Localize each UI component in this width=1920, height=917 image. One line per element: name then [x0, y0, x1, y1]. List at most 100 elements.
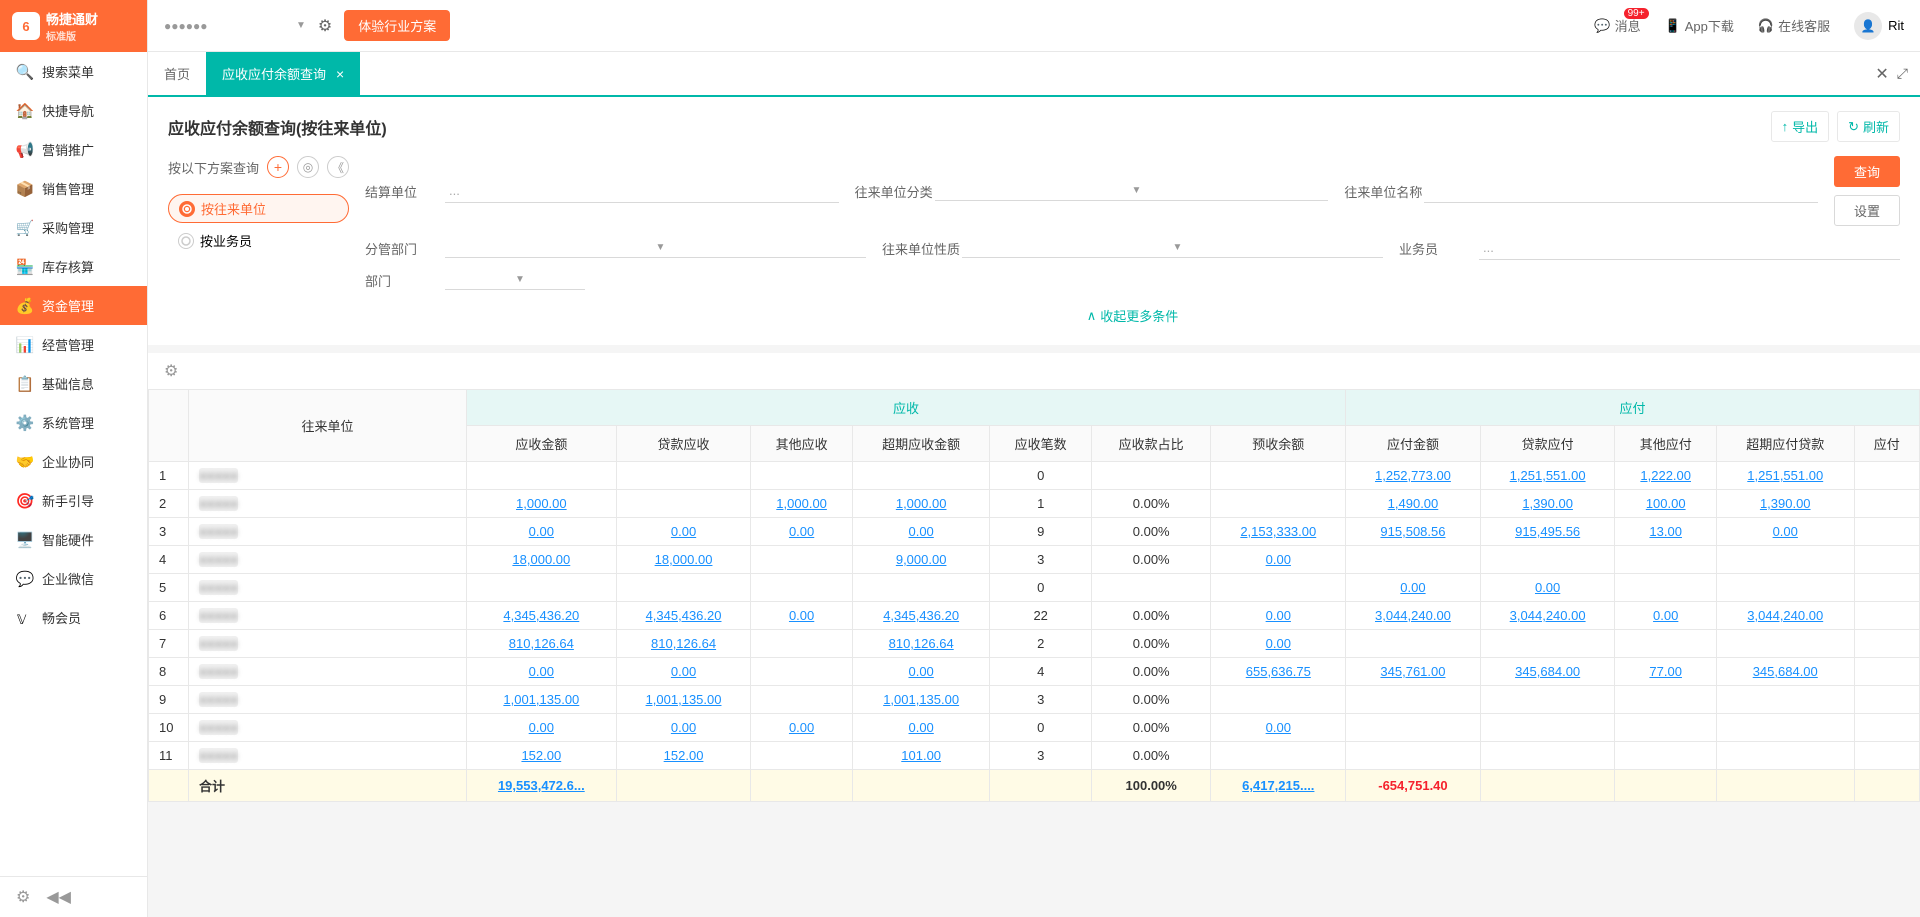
table-cell[interactable]: 0.00: [1346, 574, 1481, 602]
table-cell[interactable]: 810,126.64: [852, 630, 990, 658]
department-select[interactable]: ▼: [445, 238, 866, 258]
table-cell[interactable]: 0.00: [1480, 574, 1615, 602]
tab-balance-query[interactable]: 应收应付余额查询 ×: [206, 52, 360, 95]
settlement-unit-input[interactable]: [445, 179, 839, 203]
table-cell[interactable]: 101.00: [852, 742, 990, 770]
table-cell[interactable]: 0.00: [1211, 602, 1346, 630]
table-cell[interactable]: 0.00: [852, 658, 990, 686]
settings-footer-icon[interactable]: ⚙: [16, 887, 30, 907]
table-cell[interactable]: 1,390.00: [1480, 490, 1615, 518]
table-cell[interactable]: 0.00: [852, 518, 990, 546]
table-cell[interactable]: 3,044,240.00: [1716, 602, 1854, 630]
filter-option-salesperson[interactable]: 按业务员: [168, 227, 349, 254]
filter-option-unit[interactable]: 按往来单位: [168, 194, 349, 223]
table-cell[interactable]: 0.00: [1615, 602, 1716, 630]
table-cell[interactable]: 1,252,773.00: [1346, 462, 1481, 490]
table-cell[interactable]: 0.00: [751, 518, 852, 546]
table-cell[interactable]: 4,345,436.20: [466, 602, 616, 630]
sidebar-item-basic-info[interactable]: 📋 基础信息: [0, 364, 147, 403]
table-cell[interactable]: 3,044,240.00: [1480, 602, 1615, 630]
footer-receivable[interactable]: 19,553,472.6...: [466, 770, 616, 802]
table-cell[interactable]: 18,000.00: [466, 546, 616, 574]
table-cell[interactable]: 915,495.56: [1480, 518, 1615, 546]
app-download-area[interactable]: 📱 App下载: [1665, 16, 1734, 35]
filter-target-button[interactable]: ◎: [297, 156, 319, 178]
table-cell[interactable]: 1,001,135.00: [466, 686, 616, 714]
table-cell[interactable]: 1,000.00: [466, 490, 616, 518]
footer-advance[interactable]: 6,417,215....: [1211, 770, 1346, 802]
salesperson-input[interactable]: [1479, 236, 1900, 260]
sidebar-item-system[interactable]: ⚙️ 系统管理: [0, 403, 147, 442]
sidebar-item-search[interactable]: 🔍 搜索菜单: [0, 52, 147, 91]
company-dropdown-icon[interactable]: ▼: [296, 20, 306, 31]
collapse-more-btn[interactable]: ∧ 收起更多条件: [365, 300, 1900, 331]
sidebar-item-member[interactable]: 𝕍 畅会员: [0, 598, 147, 637]
notification-area[interactable]: 💬 消息 99+: [1594, 16, 1640, 35]
table-cell[interactable]: 0.00: [616, 714, 751, 742]
sidebar-item-purchase[interactable]: 🛒 采购管理: [0, 208, 147, 247]
query-button[interactable]: 查询: [1834, 156, 1900, 187]
filter-add-button[interactable]: +: [267, 156, 289, 178]
table-cell[interactable]: 0.00: [751, 602, 852, 630]
setting-button[interactable]: 设置: [1834, 195, 1900, 226]
table-cell[interactable]: 0.00: [1211, 630, 1346, 658]
online-service-area[interactable]: 🎧 在线客服: [1758, 16, 1830, 35]
tab-home[interactable]: 首页: [148, 52, 206, 95]
refresh-button[interactable]: ↻ 刷新: [1837, 111, 1900, 142]
table-cell[interactable]: 0.00: [852, 714, 990, 742]
sidebar-item-wechat[interactable]: 💬 企业微信: [0, 559, 147, 598]
table-cell[interactable]: 152.00: [466, 742, 616, 770]
sidebar-item-sales[interactable]: 📦 销售管理: [0, 169, 147, 208]
table-cell[interactable]: 9,000.00: [852, 546, 990, 574]
table-cell[interactable]: 2,153,333.00: [1211, 518, 1346, 546]
table-cell[interactable]: 915,508.56: [1346, 518, 1481, 546]
table-cell[interactable]: 0.00: [1716, 518, 1854, 546]
sidebar-item-operations[interactable]: 📊 经营管理: [0, 325, 147, 364]
filter-collapse-button[interactable]: 《: [327, 156, 349, 178]
sidebar-item-finance[interactable]: 💰 资金管理: [0, 286, 147, 325]
dept-select[interactable]: ▼: [445, 270, 585, 290]
unit-name-input[interactable]: [1424, 179, 1818, 203]
table-cell[interactable]: 0.00: [466, 518, 616, 546]
table-cell[interactable]: 0.00: [1211, 714, 1346, 742]
sidebar-item-hardware[interactable]: 🖥️ 智能硬件: [0, 520, 147, 559]
table-cell[interactable]: 77.00: [1615, 658, 1716, 686]
sidebar-item-enterprise[interactable]: 🤝 企业协同: [0, 442, 147, 481]
export-button[interactable]: ↑ 导出: [1771, 111, 1830, 142]
sidebar-item-quicknav[interactable]: 🏠 快捷导航: [0, 91, 147, 130]
tab-close-button[interactable]: ×: [336, 66, 344, 82]
table-cell[interactable]: 345,684.00: [1480, 658, 1615, 686]
table-cell[interactable]: 4,345,436.20: [616, 602, 751, 630]
collapse-sidebar-icon[interactable]: ◀◀: [46, 887, 71, 907]
table-cell[interactable]: 810,126.64: [466, 630, 616, 658]
table-cell[interactable]: 4,345,436.20: [852, 602, 990, 630]
table-cell[interactable]: 1,222.00: [1615, 462, 1716, 490]
unit-nature-select[interactable]: ▼: [962, 238, 1383, 258]
table-settings-icon[interactable]: ⚙: [164, 361, 178, 381]
table-cell[interactable]: 0.00: [466, 658, 616, 686]
table-cell[interactable]: 655,636.75: [1211, 658, 1346, 686]
table-cell[interactable]: 345,761.00: [1346, 658, 1481, 686]
table-cell[interactable]: 0.00: [751, 714, 852, 742]
table-cell[interactable]: 3,044,240.00: [1346, 602, 1481, 630]
table-cell[interactable]: 1,001,135.00: [852, 686, 990, 714]
table-cell[interactable]: 1,490.00: [1346, 490, 1481, 518]
table-cell[interactable]: 0.00: [616, 658, 751, 686]
table-cell[interactable]: 810,126.64: [616, 630, 751, 658]
user-area[interactable]: 👤 Rit: [1854, 12, 1904, 40]
sidebar-item-marketing[interactable]: 📢 营销推广: [0, 130, 147, 169]
table-cell[interactable]: 1,000.00: [852, 490, 990, 518]
window-close-icon[interactable]: ✕: [1875, 64, 1888, 84]
table-cell[interactable]: 13.00: [1615, 518, 1716, 546]
sidebar-item-inventory[interactable]: 🏪 库存核算: [0, 247, 147, 286]
table-cell[interactable]: 1,251,551.00: [1716, 462, 1854, 490]
industry-solution-button[interactable]: 体验行业方案: [344, 10, 450, 41]
header-gear-icon[interactable]: ⚙: [318, 16, 332, 36]
sidebar-item-guide[interactable]: 🎯 新手引导: [0, 481, 147, 520]
table-cell[interactable]: 0.00: [1211, 546, 1346, 574]
table-cell[interactable]: 18,000.00: [616, 546, 751, 574]
table-cell[interactable]: 0.00: [616, 518, 751, 546]
table-cell[interactable]: 1,001,135.00: [616, 686, 751, 714]
window-expand-icon[interactable]: ⤢: [1897, 65, 1908, 82]
table-cell[interactable]: 1,390.00: [1716, 490, 1854, 518]
